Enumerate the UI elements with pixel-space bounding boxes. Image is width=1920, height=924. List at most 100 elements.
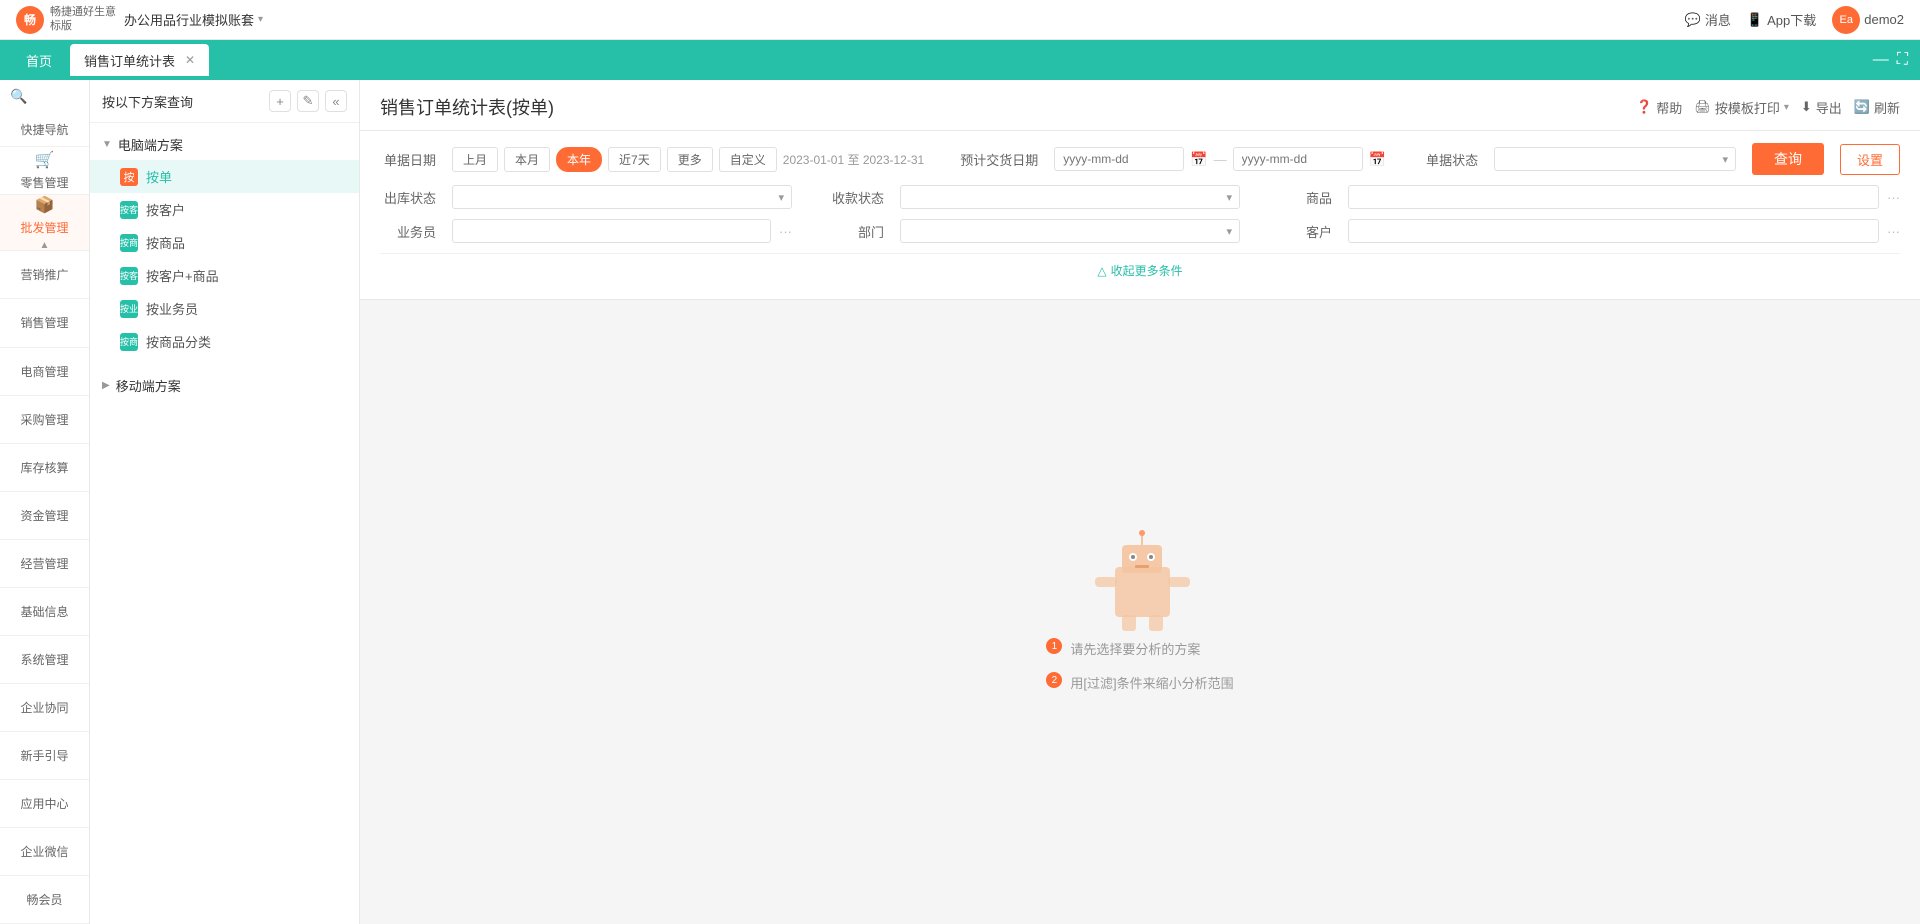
sidebar-item-system[interactable]: 系统管理 [0,636,89,684]
window-minimize-icon[interactable]: — [1873,51,1889,69]
customer-input[interactable] [1348,219,1879,243]
refresh-icon: 🔄 [1854,99,1870,115]
sidebar-quick-nav[interactable]: 快捷导航 [0,113,89,147]
sidebar-item-inventory[interactable]: 库存核算 [0,444,89,492]
payment-status-label: 收款状态 [828,188,884,207]
salesperson-more-icon[interactable]: ··· [779,224,792,239]
date-label: 单据日期 [380,150,436,169]
tab-bar-actions: — ⛶ [1873,51,1908,69]
logo-icon: 畅 [16,6,44,34]
date-btn-this-year[interactable]: 本年 [556,147,602,172]
filter-row-1: 单据日期 上月 本月 本年 近7天 更多 自定义 2023-01-01 至 20… [380,143,1900,175]
by-customer-icon: 按客 [120,201,138,219]
page-header: 销售订单统计表(按单) ❓ 帮助 🖨 按模板打印 ▾ ⬇ 导出 🔄 刷新 [360,80,1920,131]
sidebar-item-enterprise[interactable]: 企业协同 [0,684,89,732]
tree-node-by-product[interactable]: 按商 按商品 [90,226,359,259]
tree-pc-section-header[interactable]: ▼ 电脑端方案 [90,129,359,160]
sidebar-item-newbie[interactable]: 新手引导 [0,732,89,780]
sidebar-item-wholesale[interactable]: 📦 批发管理 ▲ [0,195,89,251]
collapse-panel-btn[interactable]: « [325,90,347,112]
status-select[interactable] [1494,147,1736,171]
system-title[interactable]: 办公用品行业模拟账套 ▾ [124,10,263,29]
date-btn-more[interactable]: 更多 [667,147,713,172]
sidebar-item-finance[interactable]: 资金管理 [0,492,89,540]
status-select-wrap [1494,147,1736,171]
sidebar-item-appstore[interactable]: 应用中心 [0,780,89,828]
tree-pc-section: ▼ 电脑端方案 按 按单 按客 按客户 按商 按商品 按客 按客户+商品 按业 … [90,123,359,364]
date-btn-custom[interactable]: 自定义 [719,147,777,172]
tree-node-by-order[interactable]: 按 按单 [90,160,359,193]
date-range-text: 2023-01-01 至 2023-12-31 [783,151,924,168]
tree-node-by-salesperson[interactable]: 按业 按业务员 [90,292,359,325]
help-icon: ❓ [1636,99,1652,115]
sidebar-item-retail[interactable]: 🛒 零售管理 [0,147,89,195]
settings-button[interactable]: 设置 [1840,144,1900,175]
top-bar: 畅 畅捷通好生意 标版 办公用品行业模拟账套 ▾ 💬 消息 📱 App下载 Ea… [0,0,1920,40]
expected-date-end[interactable] [1233,147,1363,171]
date-btn-last-month[interactable]: 上月 [452,147,498,172]
empty-svg [1080,527,1200,637]
department-select[interactable] [900,219,1240,243]
sidebar-item-ecommerce[interactable]: 电商管理 [0,348,89,396]
empty-hint-1: 1 请先选择要分析的方案 [1046,637,1233,663]
tree-node-by-category[interactable]: 按商 按商品分类 [90,325,359,358]
logo-area: 畅 畅捷通好生意 标版 [16,6,116,34]
add-scheme-btn[interactable]: + [269,90,291,112]
shipping-status-wrap [452,185,792,209]
wholesale-icon: 📦 [35,195,55,215]
shipping-status-select[interactable] [452,185,792,209]
sidebar-item-sales[interactable]: 销售管理 [0,299,89,347]
sidebar-item-wechat[interactable]: 企业微信 [0,828,89,876]
sidebar-search-area[interactable]: 🔍 [0,80,89,113]
product-input[interactable] [1348,185,1879,209]
tab-close-icon[interactable]: ✕ [185,53,195,67]
system-title-chevron-icon: ▾ [258,14,263,25]
tree-section-arrow-icon: ▼ [102,139,112,150]
app-download-btn[interactable]: 📱 App下载 [1747,10,1816,29]
top-bar-right: 💬 消息 📱 App下载 Ea demo2 [1685,6,1904,34]
retail-icon: 🛒 [35,150,55,170]
payment-status-select[interactable] [900,185,1240,209]
tree-node-by-customer[interactable]: 按客 按客户 [90,193,359,226]
query-button[interactable]: 查询 [1752,143,1824,175]
calendar-end-icon[interactable]: 📅 [1369,151,1386,168]
filter-date-group: 上月 本月 本年 近7天 更多 自定义 2023-01-01 至 2023-12… [452,147,924,172]
salesperson-input[interactable] [452,219,771,243]
message-btn[interactable]: 💬 消息 [1685,10,1731,29]
sidebar-item-member[interactable]: 畅会员 [0,876,89,924]
filter-row-2: 出库状态 收款状态 商品 ··· [380,185,1900,209]
empty-state: 1 请先选择要分析的方案 2 用[过滤]条件来缩小分析范围 [360,300,1920,924]
window-maximize-icon[interactable]: ⛶ [1897,51,1908,69]
status-label: 单据状态 [1422,150,1478,169]
help-btn[interactable]: ❓ 帮助 [1636,98,1682,117]
sidebar-item-basics[interactable]: 基础信息 [0,588,89,636]
expected-date-start[interactable] [1054,147,1184,171]
print-chevron-icon: ▾ [1784,102,1789,113]
sidebar-item-purchase[interactable]: 采购管理 [0,396,89,444]
refresh-btn[interactable]: 🔄 刷新 [1854,98,1900,117]
date-btn-this-month[interactable]: 本月 [504,147,550,172]
print-btn[interactable]: 🖨 按模板打印 ▾ [1694,98,1789,117]
product-more-icon[interactable]: ··· [1887,190,1900,205]
tab-home[interactable]: 首页 [12,44,66,76]
tree-node-by-cust-prod[interactable]: 按客 按客户+商品 [90,259,359,292]
app-icon: 📱 [1747,12,1763,28]
print-icon: 🖨 [1694,99,1711,115]
sidebar-item-marketing[interactable]: 营销推广 [0,251,89,299]
tree-mobile-section-header[interactable]: ▶ 移动端方案 [90,370,359,401]
collapse-filter-btn[interactable]: △ 收起更多条件 [380,253,1900,287]
tab-sales-report[interactable]: 销售订单统计表 ✕ [70,44,209,76]
calendar-start-icon[interactable]: 📅 [1190,151,1207,168]
edit-scheme-btn[interactable]: ✎ [297,90,319,112]
tab-bar: 首页 销售订单统计表 ✕ — ⛶ [0,40,1920,80]
main-layout: 🔍 快捷导航 🛒 零售管理 📦 批发管理 ▲ 营销推广 销售管理 电商管理 采购… [0,80,1920,924]
export-icon: ⬇ [1801,99,1812,115]
user-avatar[interactable]: Ea demo2 [1832,6,1904,34]
tree-mobile-section: ▶ 移动端方案 [90,364,359,407]
sidebar-item-operations[interactable]: 经营管理 [0,540,89,588]
date-btn-last-7-days[interactable]: 近7天 [608,147,661,172]
customer-more-icon[interactable]: ··· [1887,224,1900,239]
export-btn[interactable]: ⬇ 导出 [1801,98,1842,117]
avatar: Ea [1832,6,1860,34]
top-bar-left: 畅 畅捷通好生意 标版 办公用品行业模拟账套 ▾ [16,6,263,34]
